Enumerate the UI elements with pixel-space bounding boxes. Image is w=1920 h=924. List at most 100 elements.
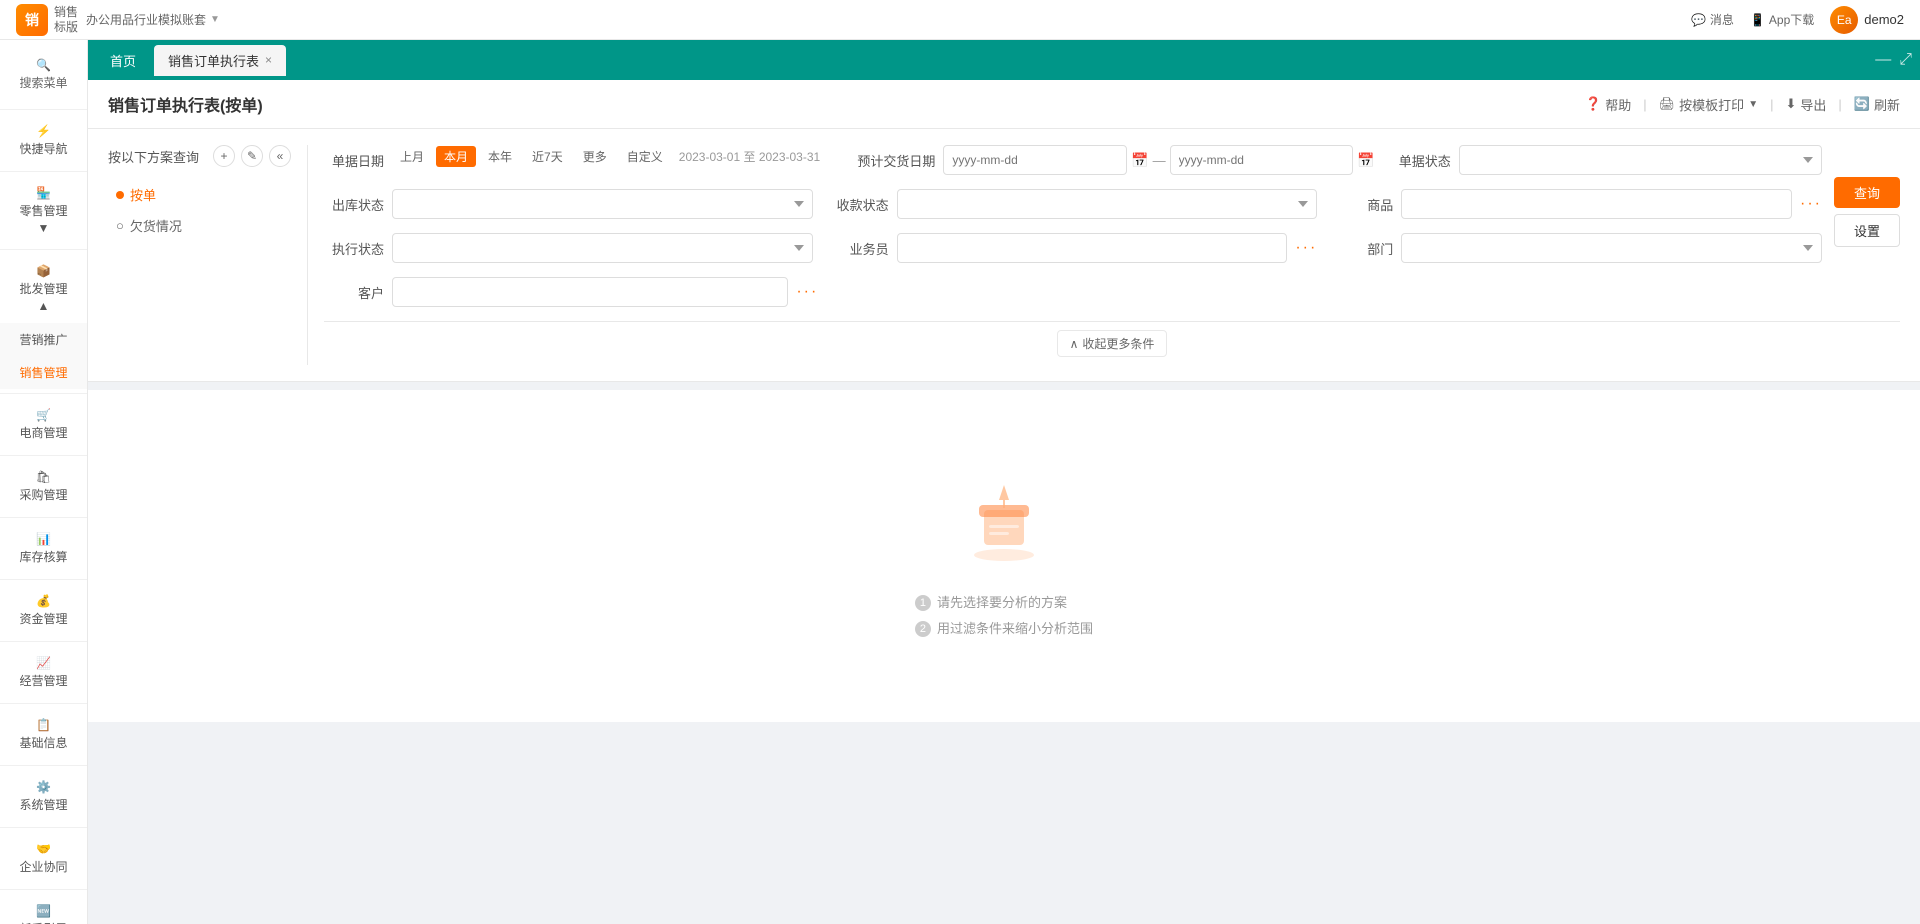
export-button[interactable]: ⬇ 导出: [1785, 95, 1826, 114]
execution-label: 执行状态: [324, 239, 384, 258]
breadcrumb[interactable]: 办公用品行业模拟账套 ▼: [86, 11, 220, 28]
tab-expand-icon[interactable]: ⤢: [1899, 51, 1912, 69]
customer-more-icon[interactable]: ···: [796, 283, 818, 301]
filter-field-date: 单据日期 上月 本月 本年 近7天 更多: [324, 146, 841, 175]
query-button[interactable]: 查询: [1834, 177, 1900, 208]
sidebar-system: ⚙️ 系统管理: [0, 766, 87, 828]
print-icon: 🖨: [1659, 96, 1676, 112]
action-buttons: 查询 设置: [1834, 145, 1900, 321]
sidebar-enterprise: 🤝 企业协同: [0, 828, 87, 890]
sidebar-item-enterprise[interactable]: 🤝 企业协同: [0, 832, 87, 885]
sidebar-guide: 🆕 新手引导: [0, 890, 87, 924]
tab-minimize-icon[interactable]: —: [1875, 51, 1891, 69]
print-button[interactable]: 🖨 按模板打印 ▼: [1659, 95, 1758, 114]
tab-bar-actions: — ⤢: [1875, 51, 1912, 69]
salesperson-more-icon[interactable]: ···: [1295, 239, 1317, 257]
refresh-button[interactable]: 🔄 刷新: [1854, 95, 1900, 114]
product-more-icon[interactable]: ···: [1800, 195, 1822, 213]
date-tab-thisyear[interactable]: 本年: [480, 146, 520, 167]
calendar-from-icon[interactable]: 📅: [1131, 152, 1148, 169]
edit-scheme-button[interactable]: ✎: [241, 145, 263, 167]
filter-fields: 单据日期 上月 本月 本年 近7天 更多: [324, 145, 1822, 321]
outbound-select[interactable]: [392, 189, 813, 219]
add-scheme-button[interactable]: +: [213, 145, 235, 167]
scheme-item-byorder[interactable]: 按单: [108, 179, 291, 210]
expected-date-to[interactable]: [1170, 145, 1354, 175]
collection-select[interactable]: [897, 189, 1318, 219]
filter-row-4: 客户 ···: [324, 277, 1822, 307]
salesperson-input[interactable]: [897, 233, 1288, 263]
enterprise-icon: 🤝: [36, 842, 51, 856]
sidebar-item-search[interactable]: 🔍 搜索菜单: [8, 50, 79, 99]
department-select[interactable]: [1401, 233, 1822, 263]
execution-select[interactable]: [392, 233, 813, 263]
sidebar-item-ecommerce[interactable]: 🛒 电商管理: [0, 398, 87, 451]
sidebar-item-basic[interactable]: 📋 基础信息: [0, 708, 87, 761]
filter-right-with-buttons: 单据日期 上月 本月 本年 近7天 更多: [324, 145, 1900, 321]
top-bar-left: 销 销售 标版 办公用品行业模拟账套 ▼: [16, 4, 220, 36]
filter-field-customer: 客户 ···: [324, 277, 818, 307]
sidebar-purchase: 🛍 采购管理: [0, 456, 87, 518]
shortage-icon: ○: [116, 218, 124, 233]
tab-active[interactable]: 销售订单执行表 ×: [154, 45, 286, 76]
sidebar-ecommerce: 🛒 电商管理: [0, 394, 87, 456]
status-label: 单据状态: [1391, 151, 1451, 170]
collapse-scheme-button[interactable]: «: [269, 145, 291, 167]
product-label: 商品: [1333, 195, 1393, 214]
ecommerce-icon: 🛒: [36, 408, 51, 422]
sidebar-item-operations[interactable]: 📈 经营管理: [0, 646, 87, 699]
sidebar-item-quicknav[interactable]: ⚡ 快捷导航: [0, 114, 87, 167]
sidebar-item-finance[interactable]: 💰 资金管理: [0, 584, 87, 637]
empty-tips: 1 请先选择要分析的方案 2 用过滤条件来缩小分析范围: [915, 590, 1093, 642]
filter-left-icons: + ✎ «: [213, 145, 291, 167]
empty-tip-1: 1 请先选择要分析的方案: [915, 590, 1093, 616]
customer-input[interactable]: [392, 277, 788, 307]
operations-icon: 📈: [36, 656, 51, 670]
date-tab-7days[interactable]: 近7天: [524, 146, 571, 167]
scheme-item-shortage[interactable]: ○ 欠货情况: [108, 210, 291, 241]
basic-icon: 📋: [36, 718, 51, 732]
wholesale-icon: 📦: [36, 264, 51, 278]
refresh-icon: 🔄: [1854, 96, 1870, 112]
system-icon: ⚙️: [36, 780, 51, 794]
content-area: 首页 销售订单执行表 × — ⤢ 销售订单执行表(按单) ❓ 帮助: [88, 40, 1920, 924]
app-download-button[interactable]: 📱 App下载: [1750, 11, 1814, 28]
date-tab-custom[interactable]: 自定义: [619, 146, 671, 167]
filter-fields-area: 单据日期 上月 本月 本年 近7天 更多: [308, 145, 1900, 365]
filter-scheme-header: 按以下方案查询 + ✎ «: [108, 145, 291, 167]
divider3: |: [1838, 97, 1841, 112]
calendar-to-icon[interactable]: 📅: [1357, 152, 1374, 169]
user-area[interactable]: Ea demo2: [1830, 6, 1904, 34]
product-input[interactable]: [1401, 189, 1792, 219]
logo-text: 销售 标版: [54, 5, 78, 34]
help-button[interactable]: ❓ 帮助: [1585, 95, 1631, 114]
sidebar-item-marketing[interactable]: 营销推广: [0, 323, 87, 356]
sidebar-item-purchase[interactable]: 🛍 采购管理: [0, 460, 87, 513]
sidebar-item-sales[interactable]: 销售管理: [0, 356, 87, 389]
expected-date-from[interactable]: [943, 145, 1127, 175]
divider1: |: [1643, 97, 1646, 112]
date-tab-more[interactable]: 更多: [575, 146, 615, 167]
message-button[interactable]: 💬 消息: [1691, 11, 1734, 28]
settings-button[interactable]: 设置: [1834, 214, 1900, 247]
sidebar: 🔍 搜索菜单 ⚡ 快捷导航 🏪 零售管理 ▼ 📦 批发管理 ▲: [0, 40, 88, 924]
sidebar-item-inventory[interactable]: 📊 库存核算: [0, 522, 87, 575]
tab-close-button[interactable]: ×: [265, 53, 272, 67]
print-dropdown-icon[interactable]: ▼: [1748, 99, 1758, 110]
tab-home[interactable]: 首页: [96, 45, 150, 76]
date-tab-lastmonth[interactable]: 上月: [392, 146, 432, 167]
tip-num-2: 2: [915, 621, 931, 637]
sidebar-item-guide[interactable]: 🆕 新手引导: [0, 894, 87, 924]
filter-row-1: 单据日期 上月 本月 本年 近7天 更多: [324, 145, 1822, 175]
sidebar-item-wholesale[interactable]: 📦 批发管理 ▲: [0, 254, 87, 323]
date-tab-thismonth[interactable]: 本月: [436, 146, 476, 167]
outbound-label: 出库状态: [324, 195, 384, 214]
sidebar-quicknav: ⚡ 快捷导航: [0, 110, 87, 172]
date-tabs: 上月 本月 本年 近7天 更多 自定义 2023-03-01 至 2023-03…: [392, 146, 841, 167]
collapse-button[interactable]: ∧ 收起更多条件: [1057, 330, 1168, 357]
status-select[interactable]: [1459, 145, 1822, 175]
user-name: demo2: [1864, 12, 1904, 27]
sidebar-item-system[interactable]: ⚙️ 系统管理: [0, 770, 87, 823]
sidebar-item-retail[interactable]: 🏪 零售管理 ▼: [0, 176, 87, 245]
empty-tip-2: 2 用过滤条件来缩小分析范围: [915, 616, 1093, 642]
